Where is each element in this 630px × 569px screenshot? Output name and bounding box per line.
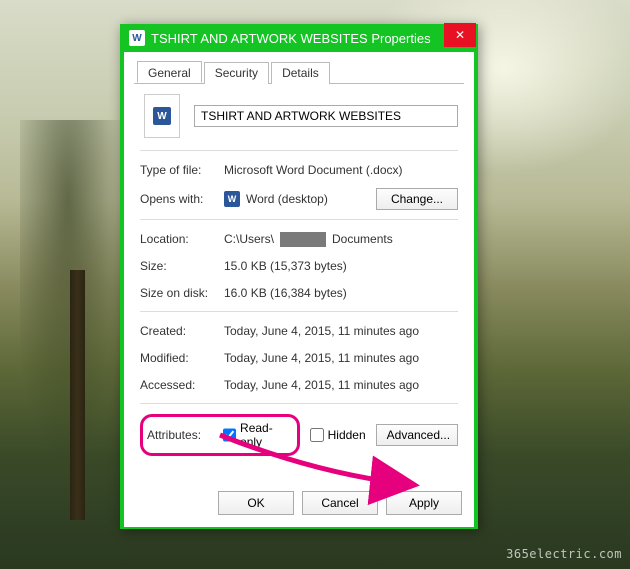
hidden-label: Hidden bbox=[328, 428, 366, 442]
size-value: 15.0 KB (15,373 bytes) bbox=[224, 259, 458, 273]
modified-label: Modified: bbox=[140, 351, 224, 365]
opens-with-value: Word (desktop) bbox=[246, 192, 328, 206]
dialog-footer: OK Cancel Apply bbox=[134, 485, 464, 517]
watermark-text: 365electric.com bbox=[506, 547, 622, 561]
separator bbox=[140, 150, 458, 151]
location-suffix: Documents bbox=[332, 232, 393, 246]
cancel-button[interactable]: Cancel bbox=[302, 491, 378, 515]
type-of-file-value: Microsoft Word Document (.docx) bbox=[224, 163, 458, 177]
size-label: Size: bbox=[140, 259, 224, 273]
filename-input[interactable] bbox=[194, 105, 458, 127]
type-of-file-label: Type of file: bbox=[140, 163, 224, 177]
attributes-highlight: Attributes: Read-only bbox=[140, 414, 300, 456]
change-button[interactable]: Change... bbox=[376, 188, 458, 210]
readonly-checkbox-wrap[interactable]: Read-only bbox=[223, 421, 289, 449]
separator bbox=[140, 311, 458, 312]
general-panel: W Type of file: Microsoft Word Document … bbox=[134, 84, 464, 485]
size-on-disk-label: Size on disk: bbox=[140, 286, 224, 300]
created-value: Today, June 4, 2015, 11 minutes ago bbox=[224, 324, 458, 338]
accessed-value: Today, June 4, 2015, 11 minutes ago bbox=[224, 378, 458, 392]
window-body: General Security Details W Type of file:… bbox=[124, 55, 474, 527]
tab-strip: General Security Details bbox=[134, 61, 464, 84]
advanced-button[interactable]: Advanced... bbox=[376, 424, 458, 446]
readonly-label: Read-only bbox=[240, 421, 289, 449]
size-on-disk-value: 16.0 KB (16,384 bytes) bbox=[224, 286, 458, 300]
ok-button[interactable]: OK bbox=[218, 491, 294, 515]
document-icon: W bbox=[144, 94, 180, 138]
tab-security[interactable]: Security bbox=[204, 62, 269, 84]
word-app-icon: W bbox=[224, 191, 240, 207]
readonly-checkbox[interactable] bbox=[223, 428, 236, 442]
redacted-username bbox=[280, 232, 326, 247]
location-value: C:\Users\ Documents bbox=[224, 232, 458, 247]
tab-general[interactable]: General bbox=[137, 61, 202, 83]
created-label: Created: bbox=[140, 324, 224, 338]
titlebar[interactable]: W TSHIRT AND ARTWORK WEBSITES Properties… bbox=[123, 24, 475, 52]
word-doc-icon: W bbox=[153, 107, 171, 125]
properties-window: W TSHIRT AND ARTWORK WEBSITES Properties… bbox=[120, 24, 478, 529]
location-label: Location: bbox=[140, 232, 224, 246]
location-prefix: C:\Users\ bbox=[224, 232, 274, 246]
attributes-label: Attributes: bbox=[147, 428, 201, 442]
modified-value: Today, June 4, 2015, 11 minutes ago bbox=[224, 351, 458, 365]
close-button[interactable]: ✕ bbox=[444, 23, 476, 47]
tab-details[interactable]: Details bbox=[271, 62, 330, 84]
separator bbox=[140, 219, 458, 220]
hidden-checkbox[interactable] bbox=[310, 428, 324, 442]
window-title: TSHIRT AND ARTWORK WEBSITES Properties bbox=[151, 31, 431, 46]
hidden-checkbox-wrap[interactable]: Hidden bbox=[310, 428, 366, 442]
separator bbox=[140, 403, 458, 404]
word-title-icon: W bbox=[129, 30, 145, 46]
apply-button[interactable]: Apply bbox=[386, 491, 462, 515]
accessed-label: Accessed: bbox=[140, 378, 224, 392]
close-icon: ✕ bbox=[455, 28, 465, 42]
opens-with-label: Opens with: bbox=[140, 192, 224, 206]
